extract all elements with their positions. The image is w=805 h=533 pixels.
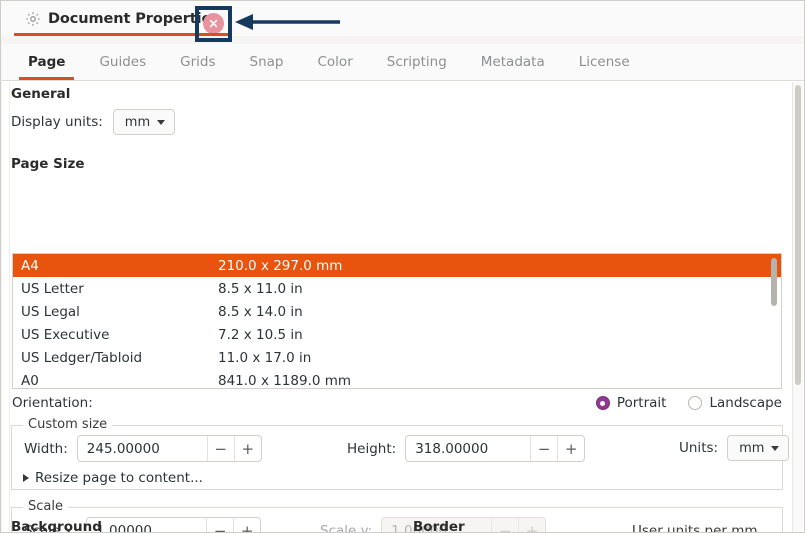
scale-units-hint: User units per mm.: [632, 523, 762, 533]
close-icon: [208, 18, 219, 29]
table-row[interactable]: US Letter 8.5 x 11.0 in: [13, 277, 781, 300]
width-input[interactable]: 245.00000: [78, 436, 207, 461]
tab-snap[interactable]: Snap: [233, 44, 301, 80]
units-row: Units: mm: [679, 435, 790, 461]
scale-y-increment-button: +: [518, 518, 545, 532]
page-size-name: US Legal: [21, 303, 80, 320]
page-size-dimensions: 8.5 x 11.0 in: [218, 280, 303, 297]
page-size-name: US Letter: [21, 280, 84, 297]
display-units-row: Display units: mm: [11, 109, 176, 135]
tab-license-label: License: [578, 54, 630, 70]
page-size-list-scrollbar-thumb[interactable]: [771, 258, 777, 306]
dialog-scrollbar-thumb[interactable]: [795, 85, 801, 385]
page-size-dimensions: 210.0 x 297.0 mm: [218, 257, 343, 274]
scale-x-decrement-button[interactable]: −: [206, 518, 233, 532]
table-row[interactable]: A4 210.0 x 297.0 mm: [13, 254, 781, 277]
page-size-dimensions: 11.0 x 17.0 in: [218, 349, 312, 366]
gear-icon: [25, 11, 41, 27]
page-size-name: A0: [21, 372, 39, 389]
page-size-dimensions: 841.0 x 1189.0 mm: [218, 372, 352, 389]
radio-portrait-label: Portrait: [616, 395, 667, 411]
tab-grids-label: Grids: [180, 54, 216, 70]
title-accent-bar: [14, 33, 229, 36]
units-dropdown[interactable]: mm: [727, 435, 790, 461]
tab-guides-label: Guides: [99, 54, 147, 70]
units-label: Units:: [679, 440, 719, 456]
width-decrement-button[interactable]: −: [206, 436, 234, 461]
page-size-list[interactable]: A4 210.0 x 297.0 mm US Letter 8.5 x 11.0…: [12, 253, 782, 389]
dialog-title-group: Document Properties: [25, 11, 220, 27]
tab-scripting[interactable]: Scripting: [370, 44, 464, 80]
page-size-dimensions: 8.5 x 14.0 in: [218, 303, 303, 320]
dialog-title: Document Properties: [48, 10, 220, 27]
radio-portrait-indicator: [595, 396, 610, 410]
orientation-row: Orientation: Portrait Landscape: [12, 390, 782, 416]
width-label: Width:: [24, 440, 68, 457]
dialog-tabbar: Page Guides Grids Snap Color Scripting M…: [2, 44, 804, 81]
tab-color-label: Color: [317, 54, 353, 70]
close-button[interactable]: [203, 13, 224, 34]
scale-x-increment-button[interactable]: +: [233, 518, 260, 532]
tab-metadata[interactable]: Metadata: [464, 44, 562, 80]
scale-x-spinner[interactable]: 1.00000 − +: [86, 517, 262, 533]
radio-landscape-label: Landscape: [709, 395, 782, 411]
table-row[interactable]: A0 841.0 x 1189.0 mm: [13, 369, 781, 389]
display-units-label: Display units:: [11, 114, 103, 130]
tab-scripting-label: Scripting: [386, 54, 447, 70]
border-heading: Border: [413, 519, 465, 533]
tab-snap-label: Snap: [249, 54, 284, 70]
table-row[interactable]: US Ledger/Tabloid 11.0 x 17.0 in: [13, 346, 781, 369]
units-value: mm: [739, 440, 765, 456]
width-row: Width: 245.00000 − +: [24, 435, 262, 462]
tab-page[interactable]: Page: [11, 44, 82, 80]
display-units-dropdown[interactable]: mm: [112, 109, 176, 135]
page-size-list-scrollbar[interactable]: [771, 255, 779, 388]
scale-y-label: Scale y:: [320, 522, 373, 533]
page-size-name: A4: [21, 257, 39, 274]
document-properties-dialog: Document Properties Page Guides Grids Sn…: [0, 0, 805, 533]
background-heading: Background: [11, 519, 102, 533]
resize-page-to-content-label: Resize page to content...: [35, 470, 203, 486]
orientation-label: Orientation:: [12, 395, 93, 411]
tab-metadata-label: Metadata: [480, 54, 545, 70]
radio-portrait[interactable]: Portrait: [595, 395, 667, 411]
tab-page-label: Page: [28, 54, 66, 70]
radio-landscape-indicator: [688, 396, 703, 410]
chevron-down-icon: [771, 445, 780, 451]
height-decrement-button[interactable]: −: [530, 436, 557, 461]
scale-y-decrement-button: −: [491, 518, 518, 532]
page-size-dimensions: 7.2 x 10.5 in: [218, 326, 303, 343]
content-left-edge: [2, 82, 10, 532]
general-heading: General: [11, 86, 71, 102]
height-label: Height:: [347, 440, 397, 457]
dialog-titlebar: Document Properties: [1, 1, 804, 36]
radio-landscape[interactable]: Landscape: [688, 395, 782, 411]
tab-license[interactable]: License: [562, 44, 647, 80]
table-row[interactable]: US Executive 7.2 x 10.5 in: [13, 323, 781, 346]
custom-size-group-label: Custom size: [23, 417, 113, 432]
custom-size-group: Custom size Width: 245.00000 − + Height:…: [11, 417, 790, 490]
scale-x-input[interactable]: 1.00000: [87, 518, 206, 533]
page-size-name: US Ledger/Tabloid: [21, 349, 143, 366]
tab-guides[interactable]: Guides: [82, 44, 163, 80]
width-increment-button[interactable]: +: [233, 436, 261, 461]
table-row[interactable]: US Legal 8.5 x 14.0 in: [13, 300, 781, 323]
height-row: Height: 318.00000 − +: [347, 435, 586, 462]
triangle-right-icon: [23, 474, 29, 482]
height-increment-button[interactable]: +: [557, 436, 584, 461]
page-size-heading: Page Size: [11, 156, 85, 172]
page-size-name: US Executive: [21, 326, 110, 343]
height-spinner[interactable]: 318.00000 − +: [405, 435, 586, 462]
scale-group-label: Scale: [23, 499, 68, 514]
orientation-radio-group: Portrait Landscape: [595, 395, 782, 411]
tab-color[interactable]: Color: [301, 44, 370, 80]
page-tab-content: General Display units: mm Page Size A4 2…: [2, 81, 804, 533]
tab-grids[interactable]: Grids: [163, 44, 232, 80]
display-units-value: mm: [124, 114, 151, 130]
resize-page-to-content-expander[interactable]: Resize page to content...: [23, 470, 203, 486]
width-spinner[interactable]: 245.00000 − +: [76, 435, 262, 462]
chevron-down-icon: [157, 119, 166, 125]
scale-group: Scale Scale x: 1.00000 − + Scale y: 1.00…: [11, 499, 783, 533]
height-input[interactable]: 318.00000: [406, 436, 530, 461]
